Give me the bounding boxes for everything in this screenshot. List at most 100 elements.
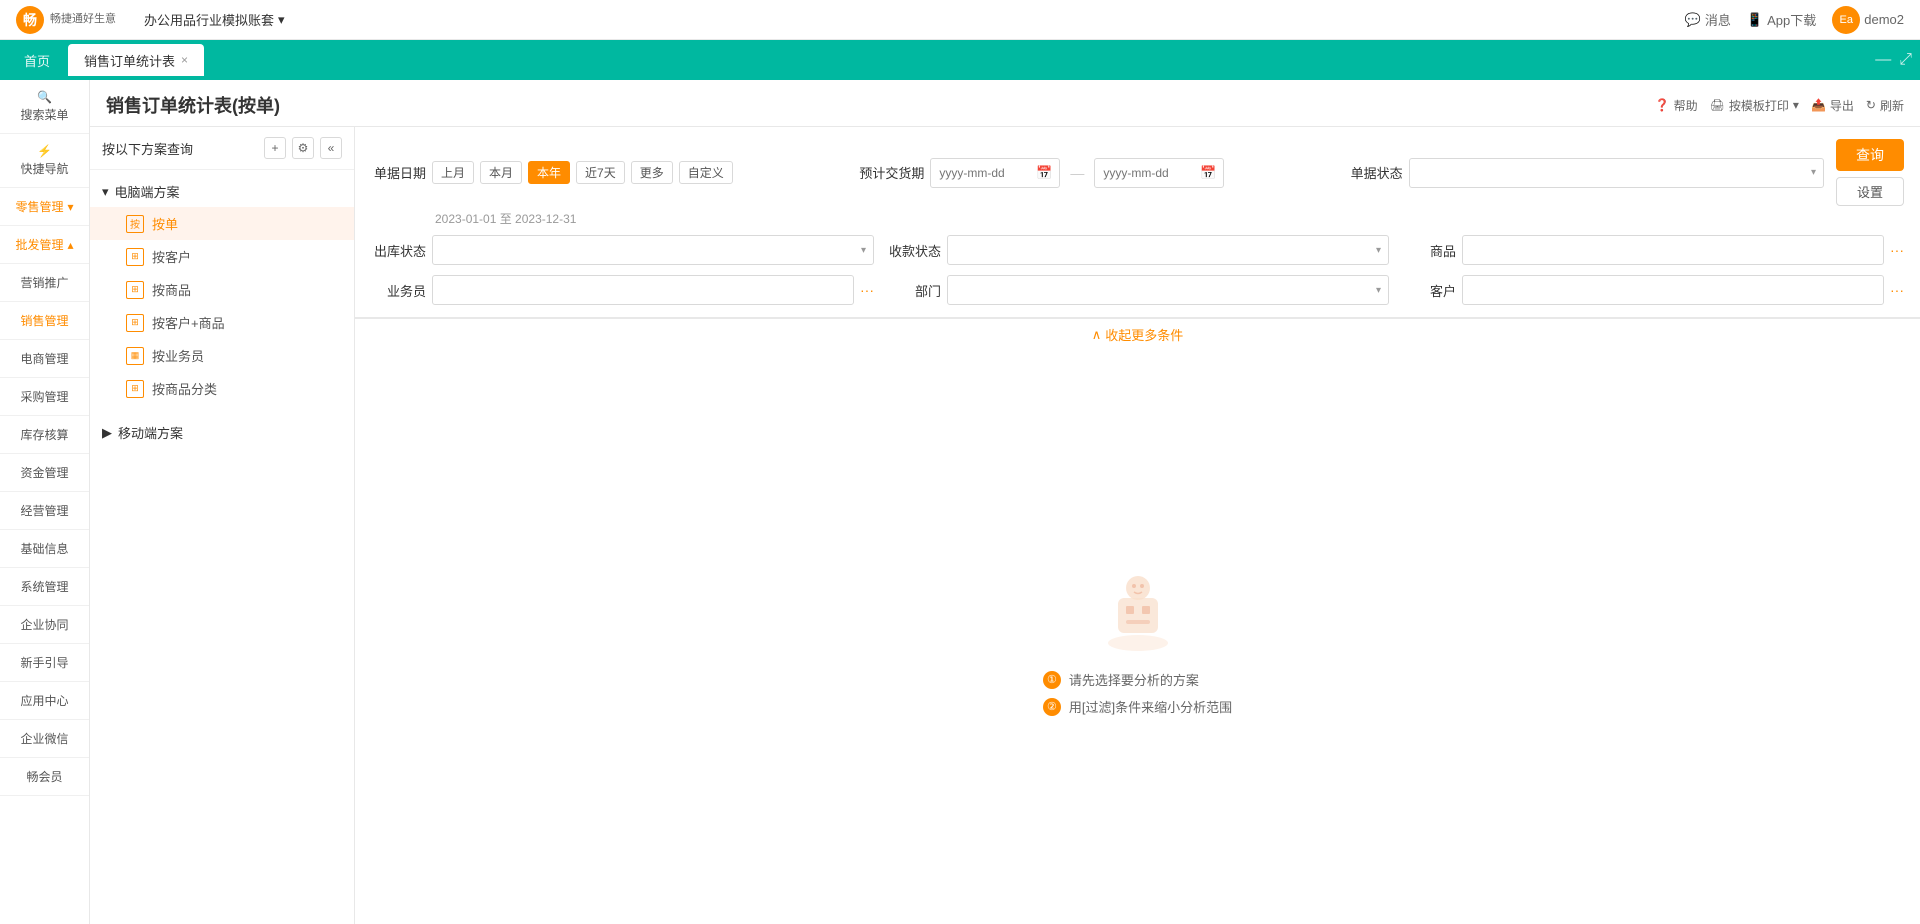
date-label: 单据日期	[371, 163, 426, 182]
scheme-collapse-button[interactable]: «	[320, 137, 342, 159]
sidebar-item-enterprise[interactable]: 企业协同	[0, 606, 89, 644]
customer-more-icon[interactable]: ···	[1890, 282, 1904, 298]
body-split: 按以下方案查询 + ⚙ « ▾ 电脑端方案 按	[90, 127, 1920, 924]
sidebar-item-quicknav[interactable]: ⚡ 快捷导航	[0, 134, 89, 188]
export-button[interactable]: 📤 导出	[1811, 97, 1854, 114]
collect-status-select[interactable]	[947, 235, 1389, 265]
search-icon: 🔍	[37, 90, 52, 104]
sidebar-item-newbie[interactable]: 新手引导	[0, 644, 89, 682]
sidebar-item-basic[interactable]: 基础信息	[0, 530, 89, 568]
salesman-more-icon[interactable]: ···	[860, 282, 874, 298]
sidebar-item-system[interactable]: 系统管理	[0, 568, 89, 606]
sidebar-item-finance[interactable]: 资金管理	[0, 454, 89, 492]
scheme-item-by-goods[interactable]: ⊞ 按商品	[90, 273, 354, 306]
sidebar-item-purchase[interactable]: 采购管理	[0, 378, 89, 416]
delivery-date-label: 预计交货期	[859, 163, 924, 182]
wholesale-arrow-icon: ▴	[67, 238, 73, 252]
delivery-date-start-input[interactable]	[930, 158, 1060, 188]
tab-home[interactable]: 首页	[8, 44, 66, 76]
delivery-date-end-input[interactable]	[1094, 158, 1224, 188]
date-btn-lastmonth[interactable]: 上月	[432, 161, 474, 184]
sidebar-item-ecommerce[interactable]: 电商管理	[0, 340, 89, 378]
tip-1-circle: ①	[1043, 671, 1061, 689]
content-area: 销售订单统计表(按单) ❓ 帮助 🖨 按模板打印 ▾ 📤 导出 ↻ 刷新	[90, 80, 1920, 924]
sidebar-item-retail[interactable]: 零售管理 ▾	[0, 188, 89, 226]
scheme-settings-button[interactable]: ⚙	[292, 137, 314, 159]
help-icon: ❓	[1655, 98, 1670, 112]
ship-status-section: 出库状态 ▾	[371, 235, 874, 265]
tab-close-icon[interactable]: ×	[181, 53, 188, 67]
message-button[interactable]: 💬 消息	[1685, 10, 1731, 29]
sidebar-item-appcenter[interactable]: 应用中心	[0, 682, 89, 720]
sidebar-item-wholesale[interactable]: 批发管理 ▴	[0, 226, 89, 264]
sidebar-item-corpwechat[interactable]: 企业微信	[0, 720, 89, 758]
status-select-wrapper: ▾	[1409, 158, 1824, 188]
sidebar-item-inventory[interactable]: 库存核算	[0, 416, 89, 454]
sidebar: 🔍 搜索菜单 ⚡ 快捷导航 零售管理 ▾ 批发管理 ▴ 营销推广 销售管理 电商…	[0, 80, 90, 924]
salesman-input[interactable]	[432, 275, 854, 305]
salesman-section: 业务员 ···	[371, 275, 874, 305]
sidebar-item-search[interactable]: 🔍 搜索菜单	[0, 80, 89, 134]
scheme-add-button[interactable]: +	[264, 137, 286, 159]
user-menu[interactable]: Ea demo2	[1832, 6, 1904, 34]
goods-label: 商品	[1401, 241, 1456, 260]
scheme-item-icon-goods: ⊞	[126, 281, 144, 299]
export-icon: 📤	[1811, 98, 1826, 112]
collapse-button[interactable]: ∧ 收起更多条件	[355, 318, 1920, 350]
help-button[interactable]: ❓ 帮助	[1655, 97, 1698, 114]
sidebar-item-vip[interactable]: 畅会员	[0, 758, 89, 796]
ship-status-select[interactable]	[432, 235, 874, 265]
dept-select[interactable]	[947, 275, 1389, 305]
tab-minimize-button[interactable]: —	[1875, 51, 1891, 69]
delivery-date-section: 预计交货期 📅 — 📅	[859, 158, 1335, 188]
scheme-section-pc: ▾ 电脑端方案 按 按单 ⊞ 按客户 ⊞ 按	[90, 170, 354, 411]
scheme-item-by-cust-goods[interactable]: ⊞ 按客户+商品	[90, 306, 354, 339]
query-button[interactable]: 查询	[1836, 139, 1904, 171]
date-btn-more[interactable]: 更多	[631, 161, 673, 184]
top-bar-right: 💬 消息 📱 App下载 Ea demo2	[1685, 6, 1904, 34]
tab-maximize-button[interactable]: ⤢	[1899, 51, 1912, 69]
date-btn-thismonth[interactable]: 本月	[480, 161, 522, 184]
sidebar-item-sales[interactable]: 销售管理	[0, 302, 89, 340]
scheme-panel-icons: + ⚙ «	[264, 137, 342, 159]
print-button[interactable]: 🖨 按模板打印 ▾	[1710, 97, 1799, 114]
scheme-item-icon-cust-goods: ⊞	[126, 314, 144, 332]
scheme-item-icon-salesman: ▦	[126, 347, 144, 365]
app-icon: 📱	[1747, 12, 1763, 28]
filter-settings-button[interactable]: 设置	[1836, 177, 1904, 206]
scheme-section-pc-toggle[interactable]: ▾ 电脑端方案	[90, 176, 354, 207]
ship-status-wrapper: ▾	[432, 235, 874, 265]
collapse-arrow-icon: ∧	[1092, 327, 1102, 343]
status-label: 单据状态	[1348, 163, 1403, 182]
scheme-item-by-salesman[interactable]: ▦ 按业务员	[90, 339, 354, 372]
empty-illustration	[1088, 558, 1188, 658]
status-select[interactable]	[1409, 158, 1824, 188]
date-quick-buttons: 上月 本月 本年 近7天 更多 自定义	[432, 161, 733, 184]
empty-tip-1: ① 请先选择要分析的方案	[1043, 670, 1232, 689]
customer-input[interactable]	[1462, 275, 1884, 305]
collect-status-label: 收款状态	[886, 241, 941, 260]
date-btn-thisyear[interactable]: 本年	[528, 161, 570, 184]
sidebar-item-operation[interactable]: 经营管理	[0, 492, 89, 530]
goods-input[interactable]	[1462, 235, 1884, 265]
scheme-item-by-customer[interactable]: ⊞ 按客户	[90, 240, 354, 273]
tab-sales-order-stats[interactable]: 销售订单统计表 ×	[68, 44, 204, 76]
store-selector[interactable]: 办公用品行业模拟账套 ▾	[144, 10, 285, 29]
date-btn-last7days[interactable]: 近7天	[576, 161, 625, 184]
scheme-section-mobile-toggle[interactable]: ▶ 移动端方案	[90, 417, 354, 448]
sidebar-item-marketing[interactable]: 营销推广	[0, 264, 89, 302]
dept-section: 部门 ▾	[886, 275, 1389, 305]
scheme-item-by-order[interactable]: 按 按单	[90, 207, 354, 240]
goods-more-icon[interactable]: ···	[1890, 242, 1904, 258]
customer-label: 客户	[1401, 281, 1456, 300]
scheme-item-by-category[interactable]: ⊞ 按商品分类	[90, 372, 354, 405]
app-download-button[interactable]: 📱 App下载	[1747, 10, 1816, 29]
dept-label: 部门	[886, 281, 941, 300]
quicknav-icon: ⚡	[37, 144, 52, 158]
refresh-button[interactable]: ↻ 刷新	[1866, 97, 1904, 114]
filter-row-3: 业务员 ··· 部门 ▾ 客户	[371, 275, 1904, 305]
scheme-panel: 按以下方案查询 + ⚙ « ▾ 电脑端方案 按	[90, 127, 355, 924]
delivery-date-start: 📅	[930, 158, 1060, 188]
scheme-item-icon-category: ⊞	[126, 380, 144, 398]
date-btn-custom[interactable]: 自定义	[679, 161, 733, 184]
